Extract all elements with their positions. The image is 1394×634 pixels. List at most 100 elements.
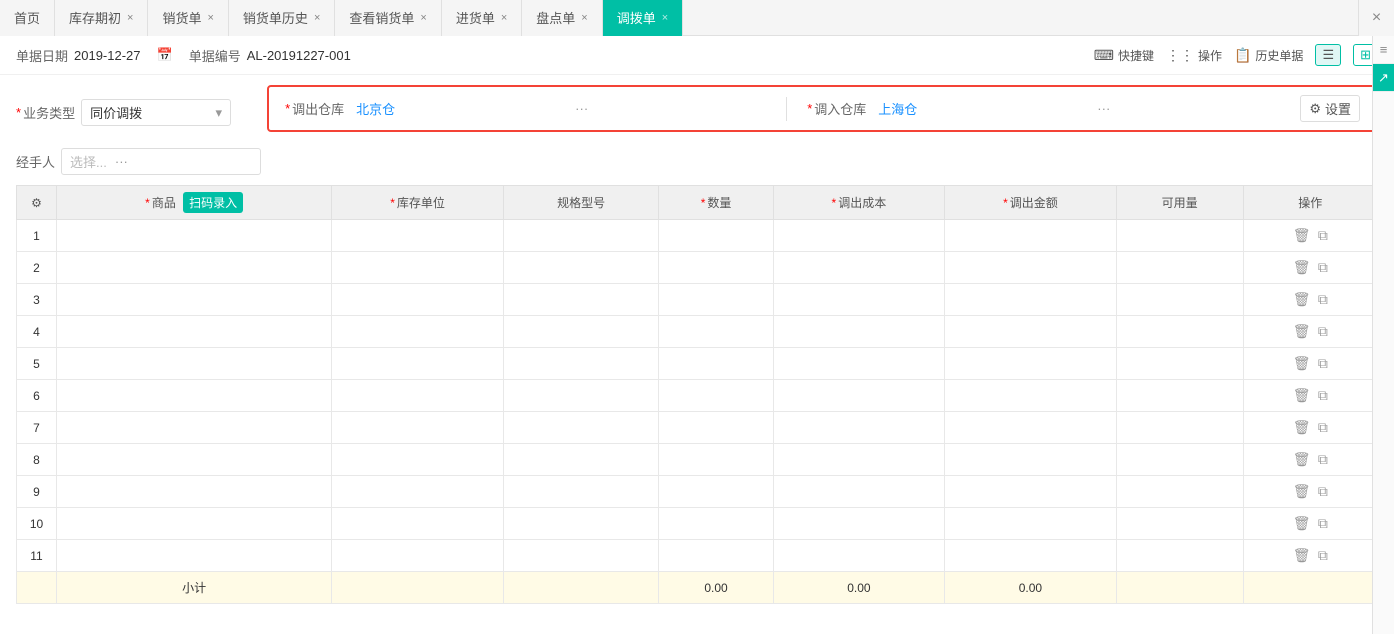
row-amount[interactable] xyxy=(945,316,1117,348)
row-available[interactable] xyxy=(1116,444,1243,476)
row-amount[interactable] xyxy=(945,252,1117,284)
row-unit[interactable] xyxy=(332,252,504,284)
row-cost[interactable] xyxy=(773,540,945,572)
delete-icon[interactable]: 🗑 xyxy=(1293,259,1311,276)
warehouse-in-dots[interactable]: ··· xyxy=(1097,101,1110,116)
row-cost[interactable] xyxy=(773,284,945,316)
copy-icon[interactable]: ⧉ xyxy=(1318,227,1328,244)
delete-icon[interactable]: 🗑 xyxy=(1293,387,1311,404)
row-product[interactable] xyxy=(57,444,332,476)
row-unit[interactable] xyxy=(332,380,504,412)
row-qty[interactable] xyxy=(659,444,773,476)
tab-close-inventory-check[interactable]: × xyxy=(581,12,587,24)
row-cost[interactable] xyxy=(773,348,945,380)
row-product[interactable] xyxy=(57,508,332,540)
row-spec[interactable] xyxy=(503,220,659,252)
settings-button[interactable]: ⚙ 设置 xyxy=(1300,95,1360,122)
row-available[interactable] xyxy=(1116,316,1243,348)
row-cost[interactable] xyxy=(773,476,945,508)
row-product[interactable] xyxy=(57,412,332,444)
copy-icon[interactable]: ⧉ xyxy=(1318,483,1328,500)
person-dots[interactable]: ··· xyxy=(115,154,128,169)
business-type-select[interactable]: 同价调拨 ▾ xyxy=(81,99,231,126)
row-unit[interactable] xyxy=(332,316,504,348)
row-product[interactable] xyxy=(57,348,332,380)
calendar-icon[interactable]: 📅 xyxy=(157,47,173,63)
delete-icon[interactable]: 🗑 xyxy=(1293,355,1311,372)
delete-icon[interactable]: 🗑 xyxy=(1293,323,1311,340)
row-product[interactable] xyxy=(57,284,332,316)
row-available[interactable] xyxy=(1116,540,1243,572)
delete-icon[interactable]: 🗑 xyxy=(1293,419,1311,436)
row-unit[interactable] xyxy=(332,540,504,572)
row-amount[interactable] xyxy=(945,508,1117,540)
row-qty[interactable] xyxy=(659,508,773,540)
copy-icon[interactable]: ⧉ xyxy=(1318,323,1328,340)
delete-icon[interactable]: 🗑 xyxy=(1293,547,1311,564)
person-select[interactable]: 选择... ··· xyxy=(61,148,261,175)
delete-icon[interactable]: 🗑 xyxy=(1293,291,1311,308)
copy-icon[interactable]: ⧉ xyxy=(1318,547,1328,564)
row-unit[interactable] xyxy=(332,444,504,476)
sidebar-list-icon[interactable]: ≡ xyxy=(1373,36,1394,64)
copy-icon[interactable]: ⧉ xyxy=(1318,355,1328,372)
tab-purchase-order[interactable]: 进货单 × xyxy=(442,0,522,36)
row-unit[interactable] xyxy=(332,412,504,444)
row-product[interactable] xyxy=(57,220,332,252)
row-unit[interactable] xyxy=(332,348,504,380)
row-cost[interactable] xyxy=(773,444,945,476)
row-spec[interactable] xyxy=(503,476,659,508)
row-available[interactable] xyxy=(1116,348,1243,380)
copy-icon[interactable]: ⧉ xyxy=(1318,387,1328,404)
row-available[interactable] xyxy=(1116,476,1243,508)
row-amount[interactable] xyxy=(945,348,1117,380)
row-available[interactable] xyxy=(1116,252,1243,284)
copy-icon[interactable]: ⧉ xyxy=(1318,419,1328,436)
warehouse-out-value[interactable]: 北京仓 xyxy=(356,99,395,118)
row-spec[interactable] xyxy=(503,316,659,348)
row-qty[interactable] xyxy=(659,476,773,508)
row-spec[interactable] xyxy=(503,412,659,444)
tab-check-sales[interactable]: 查看销货单 × xyxy=(335,0,441,36)
row-spec[interactable] xyxy=(503,252,659,284)
row-qty[interactable] xyxy=(659,284,773,316)
row-product[interactable] xyxy=(57,316,332,348)
row-available[interactable] xyxy=(1116,380,1243,412)
tab-close-inventory-init[interactable]: × xyxy=(127,12,133,24)
row-spec[interactable] xyxy=(503,284,659,316)
row-spec[interactable] xyxy=(503,380,659,412)
warehouse-out-dots[interactable]: ··· xyxy=(575,101,588,116)
delete-icon[interactable]: 🗑 xyxy=(1293,483,1311,500)
delete-icon[interactable]: 🗑 xyxy=(1293,515,1311,532)
row-available[interactable] xyxy=(1116,412,1243,444)
row-available[interactable] xyxy=(1116,284,1243,316)
warehouse-in-value[interactable]: 上海仓 xyxy=(878,99,917,118)
copy-icon[interactable]: ⧉ xyxy=(1318,291,1328,308)
row-qty[interactable] xyxy=(659,316,773,348)
row-unit[interactable] xyxy=(332,220,504,252)
row-qty[interactable] xyxy=(659,540,773,572)
row-qty[interactable] xyxy=(659,220,773,252)
row-cost[interactable] xyxy=(773,316,945,348)
copy-icon[interactable]: ⧉ xyxy=(1318,259,1328,276)
copy-icon[interactable]: ⧉ xyxy=(1318,451,1328,468)
row-cost[interactable] xyxy=(773,220,945,252)
tab-home[interactable]: 首页 xyxy=(0,0,55,36)
row-product[interactable] xyxy=(57,252,332,284)
row-cost[interactable] xyxy=(773,412,945,444)
row-unit[interactable] xyxy=(332,476,504,508)
tab-inventory-check[interactable]: 盘点单 × xyxy=(522,0,602,36)
row-amount[interactable] xyxy=(945,380,1117,412)
scan-button[interactable]: 扫码录入 xyxy=(183,192,243,213)
tab-inventory-init[interactable]: 库存期初 × xyxy=(55,0,148,36)
row-amount[interactable] xyxy=(945,540,1117,572)
row-spec[interactable] xyxy=(503,508,659,540)
row-qty[interactable] xyxy=(659,348,773,380)
copy-icon[interactable]: ⧉ xyxy=(1318,515,1328,532)
row-cost[interactable] xyxy=(773,380,945,412)
operations-button[interactable]: ⋮⋮ 操作 xyxy=(1166,47,1222,64)
row-product[interactable] xyxy=(57,476,332,508)
tab-sales-order[interactable]: 销货单 × xyxy=(148,0,228,36)
row-amount[interactable] xyxy=(945,444,1117,476)
row-unit[interactable] xyxy=(332,508,504,540)
